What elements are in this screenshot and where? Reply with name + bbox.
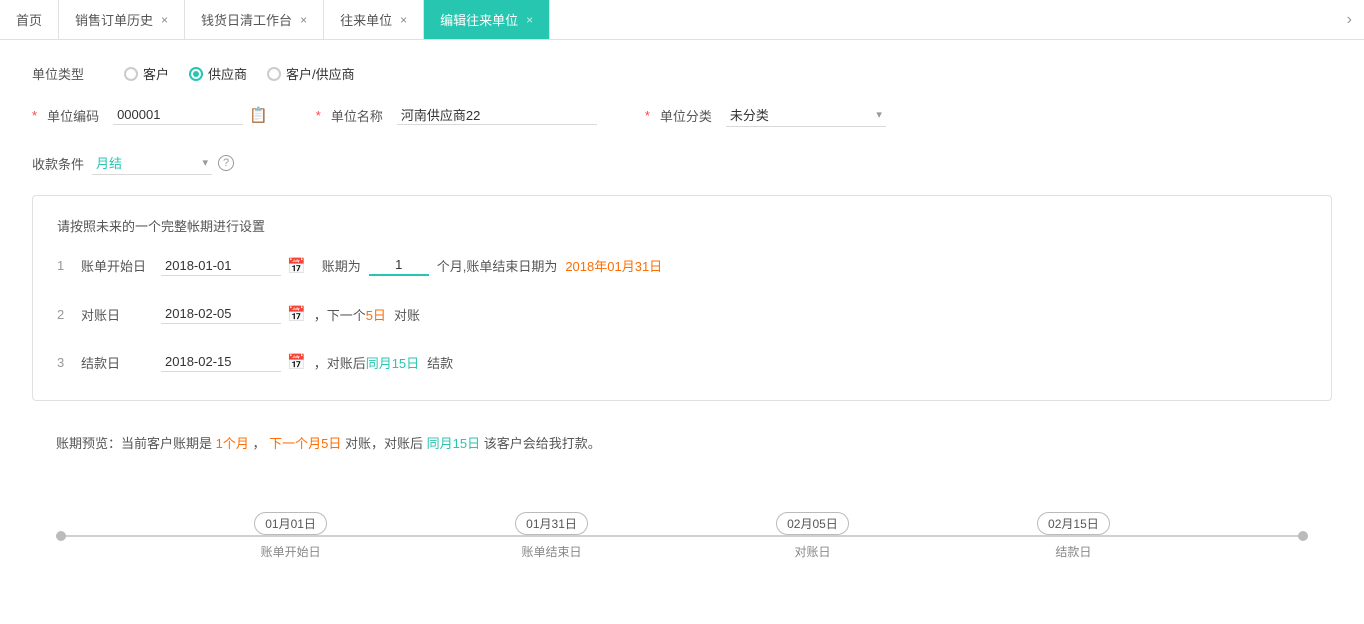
reconcile-date-wrap: 📅 (161, 304, 306, 324)
radio-supplier[interactable]: 供应商 (189, 64, 247, 83)
unit-name-input[interactable] (397, 105, 597, 125)
unit-code-group: * 单位编码 📋 (32, 105, 268, 125)
unit-code-picker-icon[interactable]: 📋 (249, 106, 268, 124)
preview-period: 1个月 (216, 436, 249, 451)
unit-category-label: 单位分类 (660, 106, 712, 125)
preview-text: 账期预览：当前客户账期是 1个月 ， 下一个月5日 对账，对账后 同月15日 该… (32, 417, 1332, 468)
timeline-label-1: 账单开始日 (261, 543, 321, 560)
tab-scroll-arrow[interactable]: › (1335, 11, 1364, 29)
payment-day-highlight: 同月15日 (366, 353, 419, 372)
period-value-input[interactable] (369, 255, 429, 276)
radio-customer[interactable]: 客户 (124, 64, 169, 83)
radio-circle-supplier (189, 67, 203, 81)
timeline-point-2: 01月31日 账单结束日 (515, 512, 588, 560)
unit-code-label: 单位编码 (47, 106, 99, 125)
reconcile-day-highlight: 5日 (366, 305, 386, 324)
reconcile-prefix: ，下一个 (314, 305, 366, 324)
payment-date-input[interactable] (161, 352, 281, 372)
row-label-payment-date: 结款日 (81, 353, 161, 372)
tab-close-daily-work[interactable]: × (300, 13, 307, 27)
row-label-reconcile-date: 对账日 (81, 305, 161, 324)
unit-category-select[interactable]: 未分类 ▾ (726, 103, 886, 127)
start-date-calendar-icon[interactable]: 📅 (287, 257, 306, 275)
help-icon-payment[interactable]: ? (218, 155, 234, 171)
tab-close-partners[interactable]: × (400, 13, 407, 27)
timeline-point-1: 01月01日 账单开始日 (254, 512, 327, 560)
content-area: 单位类型 客户 供应商 客户/供应商 * 单位编码 (0, 40, 1364, 624)
row-num-2: 2 (57, 307, 81, 322)
unit-name-group: * 单位名称 (316, 105, 597, 125)
timeline-label-3: 对账日 (794, 543, 830, 560)
unit-name-label: 单位名称 (331, 106, 383, 125)
radio-both[interactable]: 客户/供应商 (267, 64, 355, 83)
tab-edit-partner[interactable]: 编辑往来单位 × (424, 0, 550, 39)
setting-row-1: 1 账单开始日 📅 账期为 个月,账单结束日期为 2018年01月31日 (57, 255, 1307, 276)
category-dropdown-arrow: ▾ (876, 108, 882, 121)
setting-row-2: 2 对账日 📅 ，下一个 5日 对账 (57, 304, 1307, 324)
preview-sep2: 对账，对账后 (345, 436, 423, 451)
timeline-badge-4: 02月15日 (1037, 512, 1110, 535)
tabs-bar: 首页 销售订单历史 × 钱货日清工作台 × 往来单位 × 编辑往来单位 × › (0, 0, 1364, 40)
reconcile-date-calendar-icon[interactable]: 📅 (287, 305, 306, 323)
timeline-label-4: 结款日 (1055, 543, 1091, 560)
timeline: 01月01日 账单开始日 01月31日 账单结束日 02月05日 对账日 02月… (56, 496, 1308, 576)
payment-dropdown-arrow: ▾ (202, 156, 208, 169)
reconcile-suffix: 对账 (394, 305, 420, 324)
tab-sales-history[interactable]: 销售订单历史 × (59, 0, 185, 39)
payment-date-wrap: 📅 (161, 352, 306, 372)
unit-type-label: 单位类型 (32, 64, 84, 83)
preview-payment-day: 同月15日 (427, 436, 480, 451)
timeline-badge-3: 02月05日 (776, 512, 849, 535)
timeline-point-3: 02月05日 对账日 (776, 512, 849, 560)
payment-condition-row: 收款条件 月结 ▾ ? (32, 151, 1332, 175)
unit-code-input[interactable] (113, 105, 243, 125)
tab-daily-work[interactable]: 钱货日清工作台 × (185, 0, 324, 39)
preview-end: 该客户会给我打款。 (484, 436, 601, 451)
unit-type-row: 单位类型 客户 供应商 客户/供应商 (32, 64, 1332, 83)
unit-code-input-wrap: 📋 (113, 105, 268, 125)
radio-group-unit-type: 客户 供应商 客户/供应商 (124, 64, 355, 83)
period-for-label: 账期为 (322, 256, 361, 275)
row-num-1: 1 (57, 258, 81, 273)
settings-box: 请按照未来的一个完整帐期进行设置 1 账单开始日 📅 账期为 个月,账单结束日期… (32, 195, 1332, 401)
payment-prefix: ，对账后 (314, 353, 366, 372)
preview-sep1: ， (253, 436, 266, 451)
required-star-category: * (645, 108, 650, 123)
timeline-badge-2: 01月31日 (515, 512, 588, 535)
row-label-start-date: 账单开始日 (81, 256, 161, 275)
payment-cond-label: 收款条件 (32, 154, 84, 173)
period-end-date: 2018年01月31日 (565, 256, 662, 275)
timeline-badge-1: 01月01日 (254, 512, 327, 535)
payment-suffix: 结款 (427, 353, 453, 372)
start-date-input[interactable] (161, 256, 281, 276)
setting-row-3: 3 结款日 📅 ，对账后 同月15日 结款 (57, 352, 1307, 372)
preview-label: 账期预览：当前客户账期是 (56, 436, 212, 451)
radio-circle-both (267, 67, 281, 81)
timeline-end-dot (1298, 531, 1308, 541)
required-star-name: * (316, 108, 321, 123)
payment-date-calendar-icon[interactable]: 📅 (287, 353, 306, 371)
timeline-line (56, 535, 1308, 537)
required-star-code: * (32, 108, 37, 123)
box-instruction: 请按照未来的一个完整帐期进行设置 (57, 216, 1307, 235)
payment-cond-select[interactable]: 月结 ▾ (92, 151, 212, 175)
radio-dot-supplier (193, 71, 199, 77)
tab-home[interactable]: 首页 (0, 0, 59, 39)
start-date-wrap: 📅 (161, 256, 306, 276)
row-num-3: 3 (57, 355, 81, 370)
timeline-label-2: 账单结束日 (522, 543, 582, 560)
timeline-start-dot (56, 531, 66, 541)
reconcile-date-input[interactable] (161, 304, 281, 324)
period-unit-label: 个月,账单结束日期为 (437, 256, 558, 275)
tab-close-edit-partner[interactable]: × (526, 13, 533, 27)
unit-fields-row: * 单位编码 📋 * 单位名称 * 单位分类 未分类 ▾ (32, 103, 1332, 127)
preview-reconcile-day: 下一个月5日 (269, 436, 341, 451)
timeline-wrap: 01月01日 账单开始日 01月31日 账单结束日 02月05日 对账日 02月… (32, 488, 1332, 600)
unit-category-group: * 单位分类 未分类 ▾ (645, 103, 886, 127)
radio-circle-customer (124, 67, 138, 81)
tab-close-sales-history[interactable]: × (161, 13, 168, 27)
timeline-point-4: 02月15日 结款日 (1037, 512, 1110, 560)
tab-partners[interactable]: 往来单位 × (324, 0, 424, 39)
